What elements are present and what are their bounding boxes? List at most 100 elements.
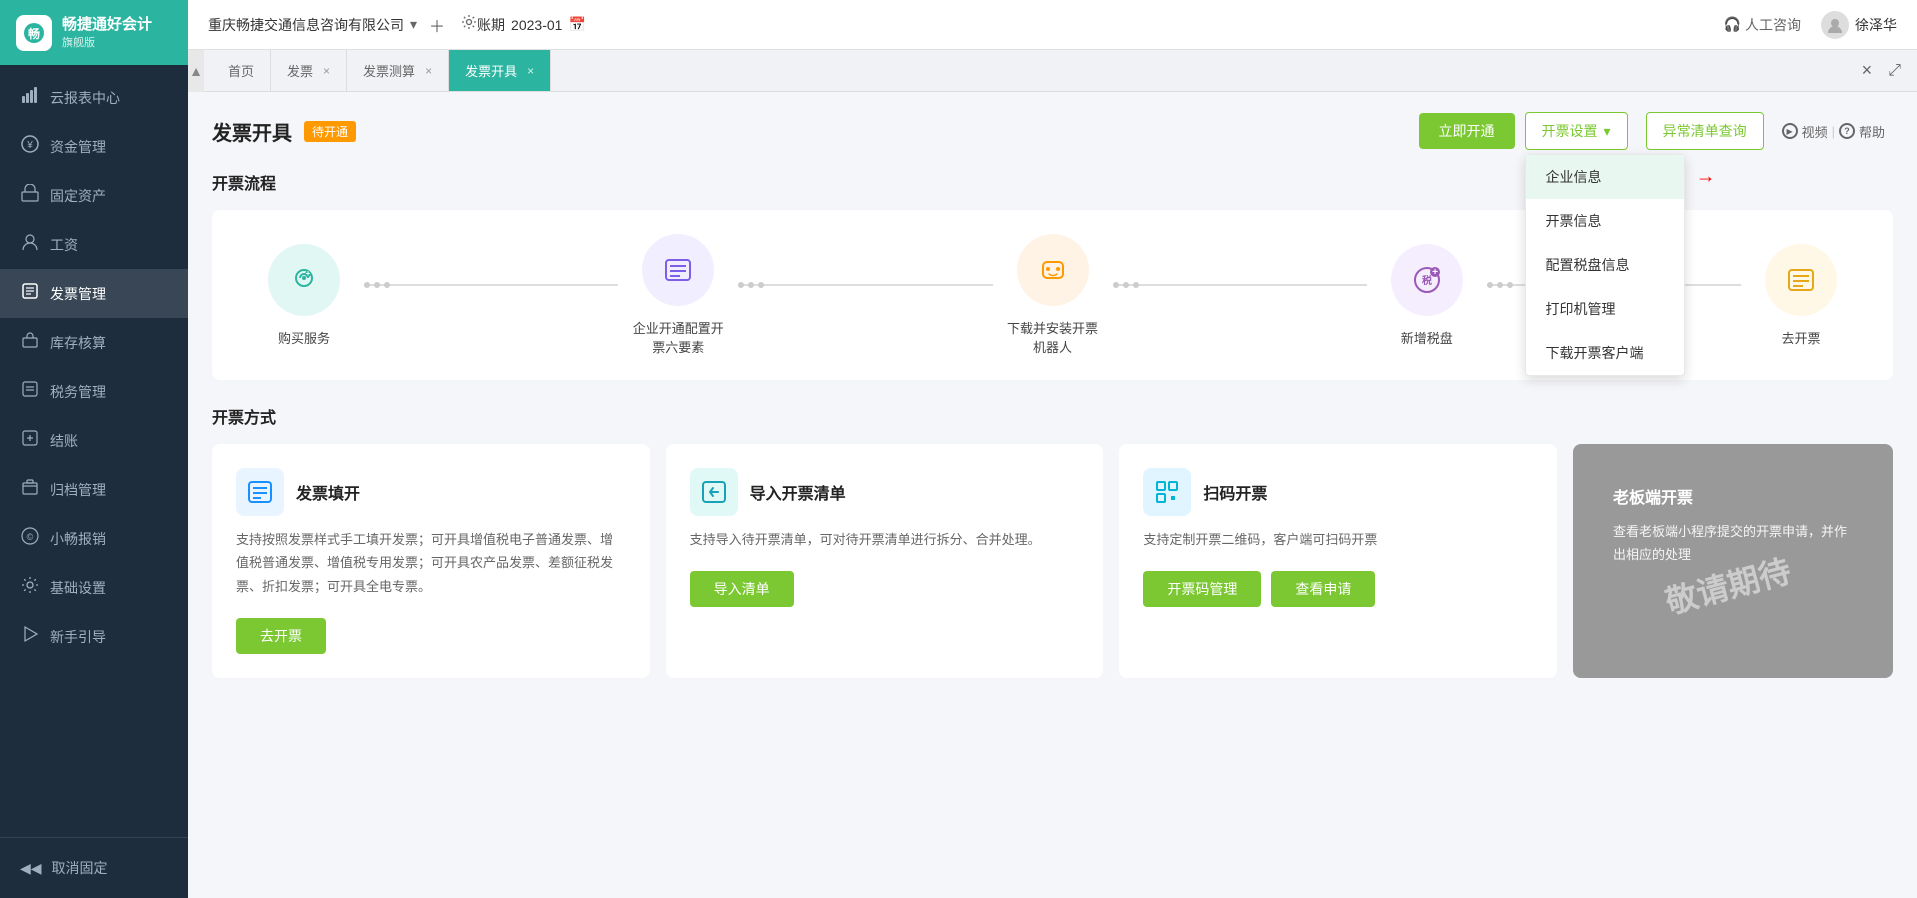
invoice-mgmt-icon [20, 282, 40, 305]
sidebar-item-accounting[interactable]: 结账 [0, 416, 188, 465]
sidebar-item-tax-mgmt[interactable]: 税务管理 [0, 367, 188, 416]
method-card-scan-invoice: 扫码开票 支持定制开票二维码，客户端可扫码开票 开票码管理 查看申请 [1119, 444, 1557, 678]
tab-home-label: 首页 [228, 61, 254, 80]
settings-label: 开票设置 [1542, 121, 1598, 141]
fill-invoice-header: 发票填开 [236, 468, 626, 516]
sidebar-item-fixed-assets[interactable]: 固定资产 [0, 171, 188, 220]
sidebar-nav: 云报表中心 ¥ 资金管理 固定资产 工资 发票管理 [0, 65, 188, 837]
tab-invoice-issue-close[interactable]: × [527, 64, 534, 78]
dropdown-item-company-info[interactable]: 企业信息 → [1526, 155, 1684, 199]
method-card-fill-invoice: 发票填开 支持按照发票样式手工填开发票；可开具增值税电子普通发票、增值税普通发票… [212, 444, 650, 678]
account-period-label: 账期 [477, 15, 505, 35]
tab-invoice[interactable]: 发票 × [271, 50, 347, 91]
dropdown-printer-mgmt-label: 打印机管理 [1546, 301, 1616, 317]
dropdown-item-printer-mgmt[interactable]: 打印机管理 [1526, 287, 1684, 331]
sidebar-item-label: 云报表中心 [50, 88, 120, 108]
new-guide-icon [20, 625, 40, 648]
config-enterprise-icon [642, 234, 714, 306]
dropdown-item-download-client[interactable]: 下载开票客户端 [1526, 331, 1684, 375]
flow-step-add-tax-disk: 税 + 新增税盘 [1367, 244, 1487, 347]
header-actions: 立即开通 开票设置 ▾ 企业信息 → 开票信息 [1419, 112, 1893, 150]
settings-button[interactable]: 开票设置 ▾ [1525, 112, 1628, 150]
video-button[interactable]: ▶ 视频 | ? 帮助 [1774, 114, 1893, 149]
flow-step-label: 新增税盘 [1401, 328, 1453, 347]
import-list-button[interactable]: 导入清单 [690, 571, 794, 607]
method-card-import-list: 导入开票清单 支持导入待开票清单，可对待开票清单进行拆分、合并处理。 导入清单 [666, 444, 1104, 678]
dropdown-company-info-label: 企业信息 [1546, 169, 1602, 185]
top-bar-actions: ＋ [429, 13, 477, 37]
dropdown-item-tax-config[interactable]: 配置税盘信息 [1526, 243, 1684, 287]
service-button[interactable]: 🎧 人工咨询 [1724, 15, 1801, 35]
headset-icon: 🎧 [1724, 16, 1741, 33]
tab-invoice-calc-close[interactable]: × [425, 64, 432, 78]
flow-connector-3 [1113, 284, 1367, 286]
tab-invoice-close[interactable]: × [323, 64, 330, 78]
page-title-area: 发票开具 待开通 [212, 117, 356, 146]
settings-dropdown-menu: 企业信息 → 开票信息 配置税盘信息 打印机管理 [1525, 154, 1685, 376]
flow-step-config-enterprise: 企业开通配置开票六要素 [618, 234, 738, 356]
view-application-button[interactable]: 查看申请 [1271, 571, 1375, 607]
sidebar-item-payroll[interactable]: 工资 [0, 220, 188, 269]
sidebar-item-cloud-report[interactable]: 云报表中心 [0, 73, 188, 122]
fill-invoice-icon [236, 468, 284, 516]
tab-invoice-calc-label: 发票测算 [363, 61, 415, 80]
page-title: 发票开具 [212, 117, 292, 146]
fill-invoice-title: 发票填开 [296, 480, 360, 504]
methods-section-title: 开票方式 [212, 404, 1893, 428]
dropdown-item-invoice-info[interactable]: 开票信息 [1526, 199, 1684, 243]
sidebar-item-basic-settings[interactable]: 基础设置 [0, 563, 188, 612]
payroll-icon [20, 233, 40, 256]
fund-mgmt-icon: ¥ [20, 135, 40, 158]
flow-step-download-robot: 下载并安装开票机器人 [993, 234, 1113, 356]
buy-service-icon: + [268, 244, 340, 316]
tab-invoice-issue[interactable]: 发票开具 × [449, 50, 551, 91]
sidebar-item-archive-mgmt[interactable]: 归档管理 [0, 465, 188, 514]
unpin-button[interactable]: ◀◀ 取消固定 [20, 850, 168, 886]
exception-button[interactable]: 异常清单查询 [1646, 112, 1764, 150]
sidebar-item-label: 税务管理 [50, 382, 106, 402]
account-period: 账期 2023-01 📅 [477, 15, 586, 35]
import-list-desc: 支持导入待开票清单，可对待开票清单进行拆分、合并处理。 [690, 528, 1080, 551]
sidebar-item-new-guide[interactable]: 新手引导 [0, 612, 188, 661]
company-chevron-icon: ▾ [410, 16, 417, 33]
accounting-icon [20, 429, 40, 452]
window-maximize-button[interactable]: ⤢ [1884, 58, 1905, 84]
tab-scroll-up[interactable]: ▲ [188, 50, 204, 92]
flow-step-go-invoice: 去开票 [1741, 244, 1861, 347]
sidebar-item-xiaochang[interactable]: © 小畅报销 [0, 514, 188, 563]
fill-invoice-button[interactable]: 去开票 [236, 618, 326, 654]
add-icon[interactable]: ＋ [429, 13, 445, 37]
activate-button[interactable]: 立即开通 [1419, 113, 1515, 149]
company-selector[interactable]: 重庆畅捷交通信息咨询有限公司 ▾ [208, 15, 417, 35]
user-info[interactable]: 徐泽华 [1821, 11, 1897, 39]
xiaochang-icon: © [20, 527, 40, 550]
dropdown-download-client-label: 下载开票客户端 [1546, 345, 1644, 361]
page-header: 发票开具 待开通 立即开通 开票设置 ▾ 企业信息 → [212, 112, 1893, 150]
tab-home[interactable]: 首页 [212, 50, 271, 91]
sidebar-item-label: 归档管理 [50, 480, 106, 500]
calendar-icon[interactable]: 📅 [568, 16, 585, 33]
basic-settings-icon [20, 576, 40, 599]
svg-text:税: 税 [1422, 274, 1432, 287]
logo-text-area: 畅捷通好会计 旗舰版 [62, 15, 152, 51]
sidebar-item-invoice-mgmt[interactable]: 发票管理 [0, 269, 188, 318]
dropdown-invoice-info-label: 开票信息 [1546, 213, 1602, 229]
sidebar-item-label: 工资 [50, 235, 78, 255]
tab-bar-wrapper: ▲ 首页 发票 × 发票测算 × 发票开具 × × ⤢ [188, 50, 1917, 92]
settings-gear-icon[interactable] [461, 14, 477, 35]
red-arrow-icon: → [1696, 166, 1716, 189]
unpin-icon: ◀◀ [20, 860, 42, 877]
sidebar-item-inventory[interactable]: 库存核算 [0, 318, 188, 367]
sidebar-item-label: 基础设置 [50, 578, 106, 598]
unpin-label: 取消固定 [52, 858, 108, 878]
scan-code-mgmt-button[interactable]: 开票码管理 [1143, 571, 1261, 607]
sidebar-footer: ◀◀ 取消固定 [0, 837, 188, 898]
sidebar: 畅 畅捷通好会计 旗舰版 云报表中心 ¥ 资金管理 固定资产 [0, 0, 188, 898]
logo-icon: 畅 [16, 15, 52, 51]
tab-invoice-calc[interactable]: 发票测算 × [347, 50, 449, 91]
sidebar-item-label: 资金管理 [50, 137, 106, 157]
window-close-button[interactable]: × [1858, 56, 1877, 85]
sidebar-item-fund-mgmt[interactable]: ¥ 资金管理 [0, 122, 188, 171]
scan-invoice-icon [1143, 468, 1191, 516]
app-subtitle: 旗舰版 [62, 34, 152, 50]
